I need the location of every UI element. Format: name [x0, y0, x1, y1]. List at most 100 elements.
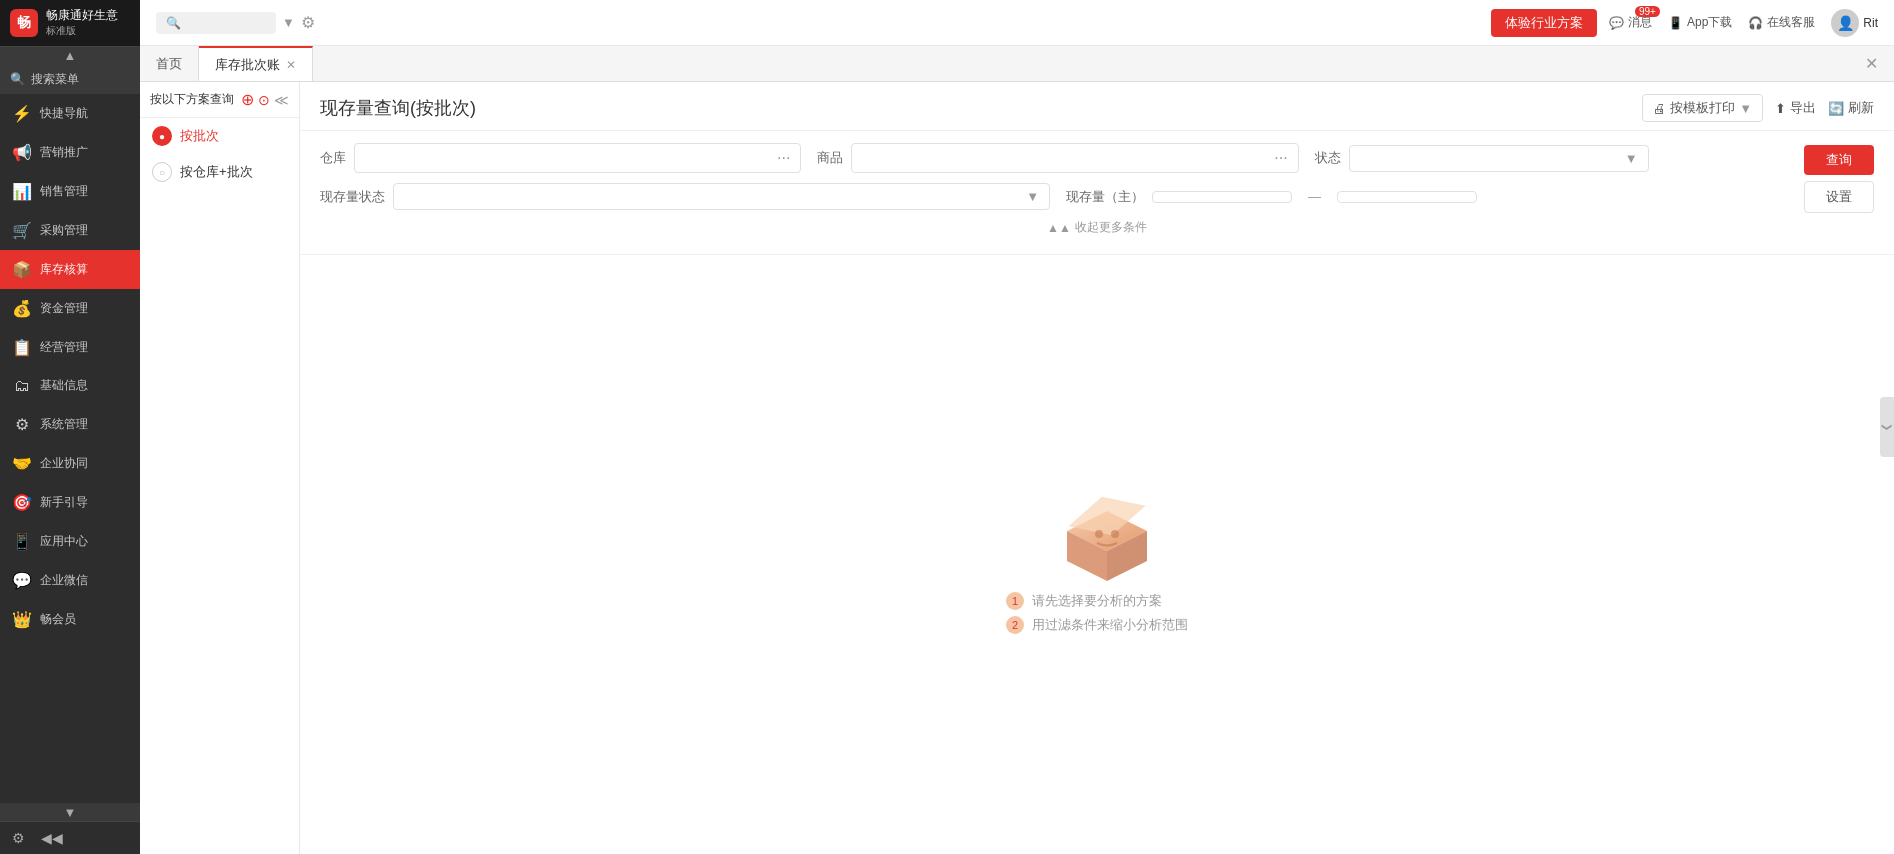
product-input[interactable]: ···	[851, 143, 1298, 173]
warehouse-more-icon[interactable]: ···	[777, 149, 790, 167]
page-content: 按以下方案查询 ⊕ ⊙ ≪ ● 按批次 ○ 按仓库+批次 现存量查询(按批次)	[140, 82, 1894, 854]
page-title: 现存量查询(按批次)	[320, 96, 476, 120]
status-label: 状态	[1315, 149, 1341, 167]
status-select[interactable]: ▼	[1349, 145, 1649, 172]
sidebar-scroll-down[interactable]: ▼	[0, 803, 140, 821]
scheme-panel: 按以下方案查询 ⊕ ⊙ ≪ ● 按批次 ○ 按仓库+批次	[140, 82, 300, 854]
sidebar-item-system[interactable]: ⚙ 系统管理	[0, 405, 140, 444]
svg-point-5	[1111, 530, 1119, 538]
sidebar-item-marketing[interactable]: 📢 营销推广	[0, 133, 140, 172]
product-more-icon[interactable]: ···	[1274, 149, 1287, 167]
inventory-status-select[interactable]: ▼	[393, 183, 1050, 210]
username-label: Rit	[1863, 16, 1878, 30]
marketing-icon: 📢	[12, 143, 32, 162]
tab-close-icon[interactable]: ✕	[286, 58, 296, 72]
sidebar-item-inventory[interactable]: 📦 库存核算	[0, 250, 140, 289]
empty-hint-2: 2 用过滤条件来缩小分析范围	[1006, 616, 1188, 634]
topbar-dropdown-icon[interactable]: ▼	[282, 15, 295, 30]
search-icon: 🔍	[10, 72, 25, 86]
avatar: 👤	[1831, 9, 1859, 37]
print-dropdown-icon[interactable]: ▼	[1739, 101, 1752, 116]
query-button[interactable]: 查询	[1804, 145, 1874, 175]
tab-batch-account[interactable]: 库存批次账 ✕	[199, 46, 313, 81]
topbar-search-area: 🔍 ▼ ⚙	[156, 12, 1479, 34]
scheme-collapse-icon[interactable]: ≪	[274, 92, 289, 108]
scheme-item-by-batch[interactable]: ● 按批次	[140, 118, 299, 154]
sidebar-search[interactable]: 🔍 搜索菜单	[0, 65, 140, 94]
right-collapse-handle[interactable]: ❯	[1880, 397, 1894, 457]
empty-hints: 1 请先选择要分析的方案 2 用过滤条件来缩小分析范围	[1006, 592, 1188, 634]
sales-icon: 📊	[12, 182, 32, 201]
collapse-more-button[interactable]: ▲▲ 收起更多条件	[320, 213, 1874, 242]
warehouse-filter: 仓库 ···	[320, 143, 801, 173]
inventory-qty-label: 现存量（主）	[1066, 188, 1144, 206]
app-subtitle: 标准版	[46, 24, 118, 38]
svg-point-4	[1095, 530, 1103, 538]
collapse-sidebar-icon[interactable]: ◀◀	[41, 830, 63, 846]
sidebar-item-basic[interactable]: 🗂 基础信息	[0, 367, 140, 405]
sidebar-scroll-up[interactable]: ▲	[0, 47, 140, 65]
sidebar-item-quick-nav[interactable]: ⚡ 快捷导航	[0, 94, 140, 133]
weixin-icon: 💬	[12, 571, 32, 590]
scheme-setting-icon[interactable]: ⊙	[258, 92, 270, 108]
inventory-qty-from[interactable]	[1152, 191, 1292, 203]
enterprise-icon: 🤝	[12, 454, 32, 473]
topbar-gear-icon[interactable]: ⚙	[301, 13, 315, 32]
main-content: 🔍 ▼ ⚙ 体验行业方案 💬 消息 99+ 📱 App下载 🎧 在线客服 👤	[140, 0, 1894, 854]
filter-row-2: 现存量状态 ▼ 现存量（主）	[320, 183, 1796, 210]
export-button[interactable]: ⬆ 导出	[1775, 99, 1816, 117]
basic-icon: 🗂	[12, 377, 32, 395]
scheme-inactive-dot: ○	[152, 162, 172, 182]
member-icon: 👑	[12, 610, 32, 629]
warehouse-label: 仓库	[320, 149, 346, 167]
sidebar-item-weixin[interactable]: 💬 企业微信	[0, 561, 140, 600]
sidebar-item-app-center[interactable]: 📱 应用中心	[0, 522, 140, 561]
sidebar-item-sales[interactable]: 📊 销售管理	[0, 172, 140, 211]
sidebar-item-newbie[interactable]: 🎯 新手引导	[0, 483, 140, 522]
print-button[interactable]: 🖨 按模板打印 ▼	[1642, 94, 1763, 122]
download-icon: 📱	[1668, 16, 1683, 30]
inventory-status-filter: 现存量状态 ▼	[320, 183, 1050, 210]
sidebar-item-enterprise[interactable]: 🤝 企业协同	[0, 444, 140, 483]
message-icon: 💬	[1609, 16, 1624, 30]
sidebar-footer: ⚙ ◀◀	[0, 821, 140, 854]
inventory-icon: 📦	[12, 260, 32, 279]
product-filter: 商品 ···	[817, 143, 1298, 173]
inventory-status-label: 现存量状态	[320, 188, 385, 206]
empty-svg-icon	[1047, 476, 1167, 586]
tab-panel-close-button[interactable]: ✕	[1849, 54, 1894, 73]
filter-row-1: 仓库 ··· 商品 ···	[320, 143, 1796, 173]
tab-bar: 首页 库存批次账 ✕ ✕	[140, 46, 1894, 82]
user-avatar-area[interactable]: 👤 Rit	[1831, 9, 1878, 37]
sidebar-item-finance[interactable]: 💰 资金管理	[0, 289, 140, 328]
warehouse-input[interactable]: ···	[354, 143, 801, 173]
filter-rows-group: 仓库 ··· 商品 ···	[320, 143, 1874, 213]
inventory-qty-to[interactable]	[1337, 191, 1477, 203]
settings-button[interactable]: 设置	[1804, 181, 1874, 213]
system-icon: ⚙	[12, 415, 32, 434]
app-title-group: 畅康通好生意 标准版	[46, 8, 118, 38]
scheme-item-by-warehouse-batch[interactable]: ○ 按仓库+批次	[140, 154, 299, 190]
sidebar-item-purchase[interactable]: 🛒 采购管理	[0, 211, 140, 250]
purchase-icon: 🛒	[12, 221, 32, 240]
scheme-panel-actions: ⊕ ⊙ ≪	[241, 90, 289, 109]
online-service-button[interactable]: 🎧 在线客服	[1748, 14, 1815, 31]
settings-footer-icon[interactable]: ⚙	[12, 830, 25, 846]
refresh-button[interactable]: 🔄 刷新	[1828, 99, 1874, 117]
topbar-search-box[interactable]: 🔍	[156, 12, 276, 34]
sidebar-item-operation[interactable]: 📋 经营管理	[0, 328, 140, 367]
finance-icon: 💰	[12, 299, 32, 318]
scheme-panel-header: 按以下方案查询 ⊕ ⊙ ≪	[140, 82, 299, 118]
product-label: 商品	[817, 149, 843, 167]
industry-solution-button[interactable]: 体验行业方案	[1491, 9, 1597, 37]
app-download-button[interactable]: 📱 App下载	[1668, 14, 1732, 31]
app-title: 畅康通好生意	[46, 8, 118, 24]
app-center-icon: 📱	[12, 532, 32, 551]
inventory-status-dropdown-icon: ▼	[1026, 189, 1039, 204]
topbar: 🔍 ▼ ⚙ 体验行业方案 💬 消息 99+ 📱 App下载 🎧 在线客服 👤	[140, 0, 1894, 46]
sidebar-item-member[interactable]: 👑 畅会员	[0, 600, 140, 639]
messages-button[interactable]: 💬 消息 99+	[1609, 14, 1652, 31]
tab-home[interactable]: 首页	[140, 46, 199, 81]
scheme-add-icon[interactable]: ⊕	[241, 90, 254, 109]
sidebar: 畅 畅康通好生意 标准版 ▲ 🔍 搜索菜单 ⚡ 快捷导航 📢 营销推广 📊 销售…	[0, 0, 140, 854]
